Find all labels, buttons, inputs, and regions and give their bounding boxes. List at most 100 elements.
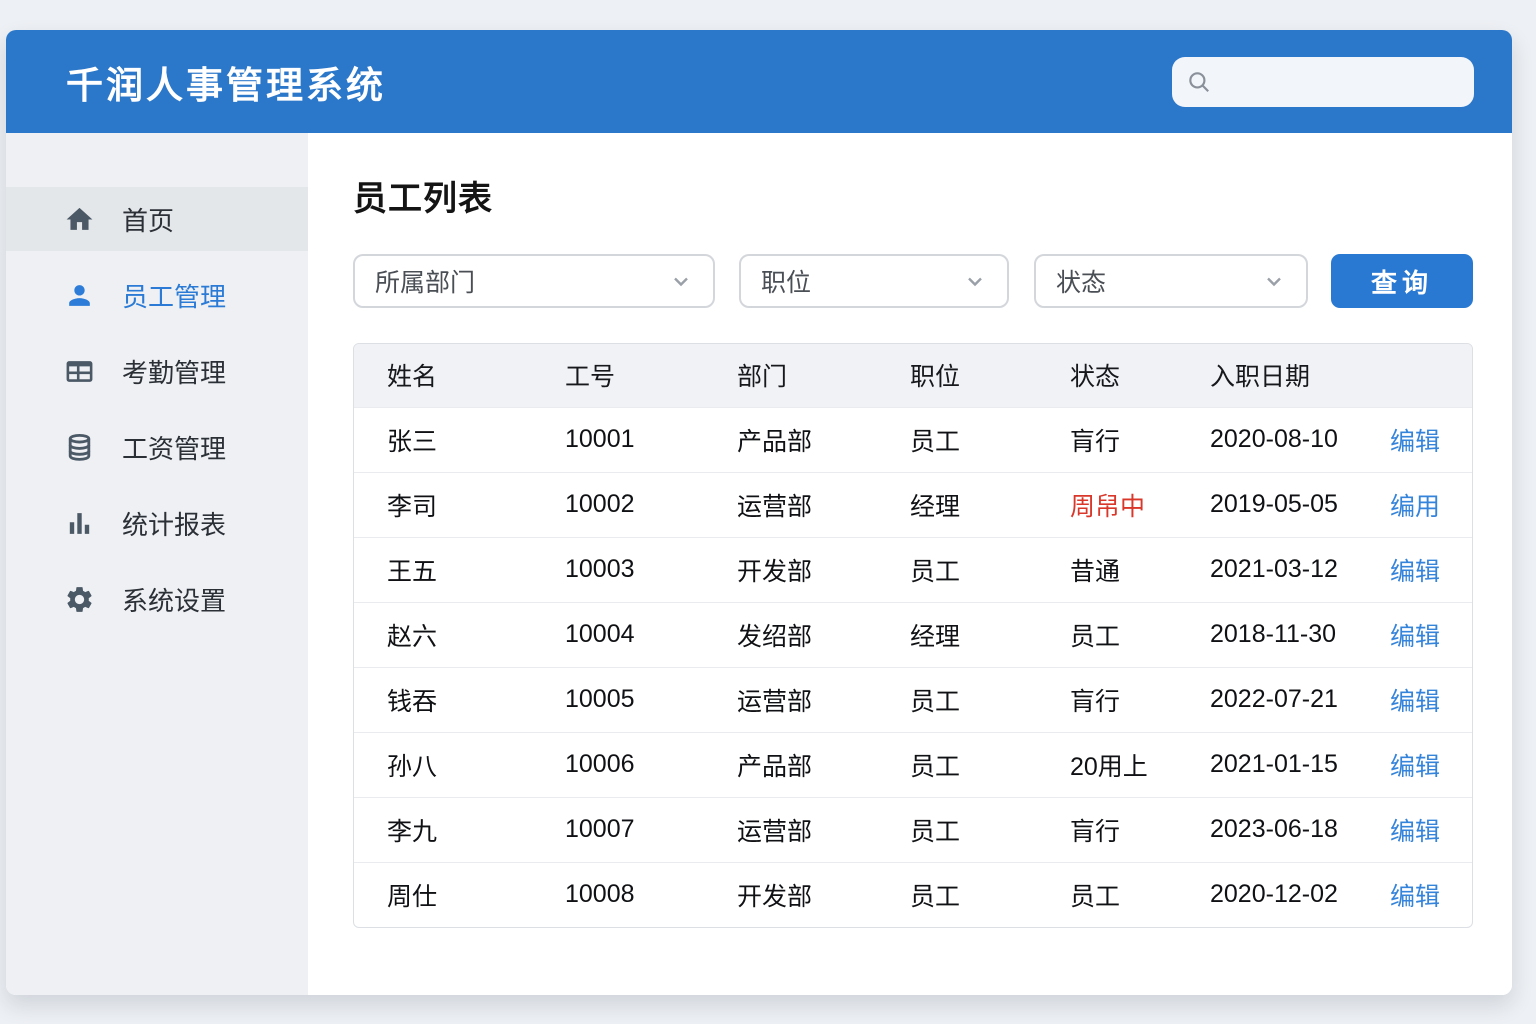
table-row: 李司 10002 运营部 经理 周帠中 2019-05-05 编用 <box>354 471 1472 537</box>
sidebar-item-label: 工资管理 <box>122 433 227 464</box>
sidebar-item-settings[interactable]: 系统设置 <box>6 567 308 631</box>
search-input[interactable] <box>1222 69 1491 94</box>
employee-position: 员工 <box>910 861 1070 927</box>
employee-dept: 产品部 <box>737 731 910 797</box>
action-cell: 编辑 <box>1390 796 1472 862</box>
action-cell: 编用 <box>1390 471 1472 537</box>
edit-link[interactable]: 编辑 <box>1390 753 1440 781</box>
action-cell: 编辑 <box>1390 731 1472 797</box>
sidebar-item-label: 统计报表 <box>122 509 227 540</box>
employee-id: 10005 <box>565 666 737 732</box>
employee-hire-date: 2022-07-21 <box>1210 666 1390 732</box>
employee-name: 钱吞 <box>354 666 565 732</box>
sidebar-item-reports[interactable]: 统计报表 <box>6 491 308 555</box>
sidebar-item-label: 首页 <box>122 205 175 236</box>
gear-icon <box>64 584 95 615</box>
edit-link[interactable]: 编用 <box>1390 493 1440 521</box>
sidebar-item-label: 考勤管理 <box>122 357 227 388</box>
employee-id: 10007 <box>565 796 737 862</box>
sidebar-item-attendance[interactable]: 考勤管理 <box>6 339 308 403</box>
employee-position: 经理 <box>910 471 1070 537</box>
edit-link[interactable]: 编辑 <box>1390 688 1440 716</box>
edit-link[interactable]: 编辑 <box>1390 558 1440 586</box>
table-row: 赵六 10004 发绍部 经理 员工 2018-11-30 编辑 <box>354 601 1472 667</box>
table-row: 周仕 10008 开发部 员工 员工 2020-12-02 编辑 <box>354 861 1472 927</box>
column-header <box>1390 344 1472 407</box>
employee-name: 周仕 <box>354 861 565 927</box>
employee-name: 李司 <box>354 471 565 537</box>
employee-position: 员工 <box>910 406 1070 472</box>
action-cell: 编辑 <box>1390 601 1472 667</box>
edit-link[interactable]: 编辑 <box>1390 818 1440 846</box>
sidebar-item-home[interactable]: 首页 <box>6 187 308 251</box>
table-row: 王五 10003 开发部 员工 昔通 2021-03-12 编辑 <box>354 536 1472 602</box>
employee-hire-date: 2021-03-12 <box>1210 536 1390 602</box>
employee-dept: 运营部 <box>737 796 910 862</box>
employee-position: 员工 <box>910 731 1070 797</box>
employee-hire-date: 2021-01-15 <box>1210 731 1390 797</box>
grid-icon <box>64 356 95 387</box>
employee-id: 10001 <box>565 406 737 472</box>
filter-bar: 所属部门 职位 状态 查询 <box>353 254 1473 308</box>
action-cell: 编辑 <box>1390 536 1472 602</box>
position-select-value: 职位 <box>761 269 812 297</box>
employee-id: 10002 <box>565 471 737 537</box>
employee-name: 赵六 <box>354 601 565 667</box>
main-content: 员工列表 所属部门 职位 状态 查询 姓名 工号 部门 职位 状态 入职日期 张… <box>308 133 1512 995</box>
employee-id: 10004 <box>565 601 737 667</box>
employee-name: 李九 <box>354 796 565 862</box>
table-header: 姓名 工号 部门 职位 状态 入职日期 <box>354 344 1472 407</box>
column-header: 入职日期 <box>1210 344 1390 407</box>
app-window: 千润人事管理系统 首页 员工管理 考勤管理 工资管理 统计报表 系统设置 员工列… <box>6 30 1512 995</box>
employee-name: 孙八 <box>354 731 565 797</box>
employee-id: 10006 <box>565 731 737 797</box>
department-select[interactable]: 所属部门 <box>353 254 715 308</box>
status-select[interactable]: 状态 <box>1034 254 1308 308</box>
status-select-value: 状态 <box>1056 269 1107 297</box>
sidebar-item-salary[interactable]: 工资管理 <box>6 415 308 479</box>
employee-status: 20用上 <box>1070 731 1210 797</box>
bar-chart-icon <box>64 508 95 539</box>
position-select[interactable]: 职位 <box>739 254 1009 308</box>
search-icon <box>1186 69 1212 95</box>
user-icon <box>64 280 95 311</box>
employee-hire-date: 2018-11-30 <box>1210 601 1390 667</box>
action-cell: 编辑 <box>1390 406 1472 472</box>
app-header: 千润人事管理系统 <box>6 30 1512 133</box>
employee-status: 肓行 <box>1070 796 1210 862</box>
employee-id: 10003 <box>565 536 737 602</box>
employee-status: 周帠中 <box>1070 471 1210 537</box>
employee-dept: 运营部 <box>737 471 910 537</box>
employee-hire-date: 2020-12-02 <box>1210 861 1390 927</box>
sidebar-item-employees[interactable]: 员工管理 <box>6 263 308 327</box>
employee-status: 昔通 <box>1070 536 1210 602</box>
sidebar: 首页 员工管理 考勤管理 工资管理 统计报表 系统设置 <box>6 133 308 995</box>
department-select-value: 所属部门 <box>375 269 476 297</box>
database-icon <box>64 432 95 463</box>
chevron-down-icon <box>1262 269 1286 293</box>
edit-link[interactable]: 编辑 <box>1390 623 1440 651</box>
table-row: 李九 10007 运营部 员工 肓行 2023-06-18 编辑 <box>354 796 1472 862</box>
employee-position: 员工 <box>910 536 1070 602</box>
employee-name: 王五 <box>354 536 565 602</box>
header-search-box <box>1172 56 1491 107</box>
employee-hire-date: 2019-05-05 <box>1210 471 1390 537</box>
sidebar-item-label: 系统设置 <box>122 585 227 616</box>
sidebar-item-label: 员工管理 <box>122 281 227 312</box>
action-cell: 编辑 <box>1390 666 1472 732</box>
column-header: 姓名 <box>354 344 565 407</box>
edit-link[interactable]: 编辑 <box>1390 428 1440 456</box>
employee-position: 经理 <box>910 601 1070 667</box>
employee-hire-date: 2023-06-18 <box>1210 796 1390 862</box>
employee-status: 员工 <box>1070 861 1210 927</box>
employee-dept: 开发部 <box>737 861 910 927</box>
employee-dept: 运营部 <box>737 666 910 732</box>
chevron-down-icon <box>963 269 987 293</box>
employee-id: 10008 <box>565 861 737 927</box>
employee-table: 姓名 工号 部门 职位 状态 入职日期 张三 10001 产品部 员工 肓行 2020-08-10 编… <box>354 344 1472 927</box>
table-row: 钱吞 10005 运营部 员工 肓行 2022-07-21 编辑 <box>354 666 1472 732</box>
employee-dept: 发绍部 <box>737 601 910 667</box>
home-icon <box>64 204 95 235</box>
edit-link[interactable]: 编辑 <box>1390 883 1440 911</box>
query-button[interactable]: 查询 <box>1331 254 1473 308</box>
